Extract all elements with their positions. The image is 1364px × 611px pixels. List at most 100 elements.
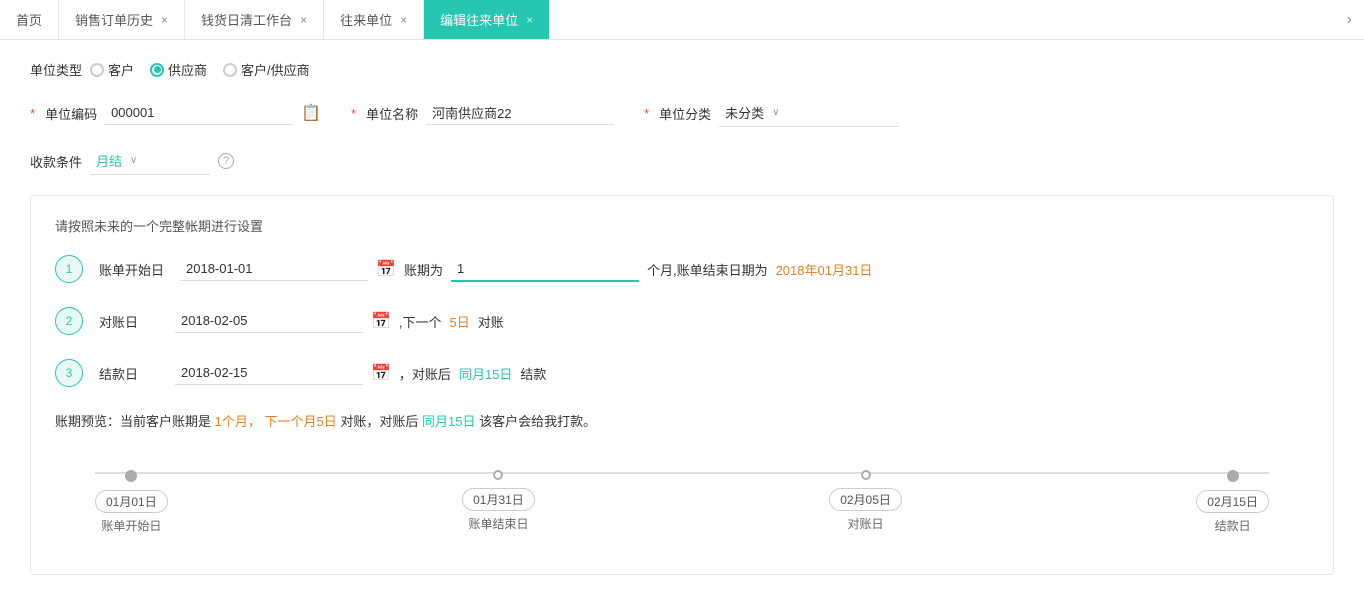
payment-term-select[interactable]: 月结 ∨: [90, 147, 210, 175]
step-2-content: 📅 ,下一个 5日 对账: [175, 309, 504, 333]
timeline-point-2: 01月31日 账单结束日: [462, 470, 535, 532]
period-value-input[interactable]: [451, 257, 639, 282]
radio-both[interactable]: 客户/供应商: [223, 60, 310, 79]
radio-circle-both: [223, 63, 237, 77]
required-star-3: *: [644, 106, 649, 121]
tl-label-4: 结款日: [1215, 517, 1251, 534]
step-2-num: 2: [55, 307, 83, 335]
help-icon[interactable]: ?: [218, 153, 234, 169]
unit-name-input[interactable]: [426, 101, 614, 125]
payment-term-label: 收款条件: [30, 152, 82, 171]
tab-sales-history[interactable]: 销售订单历史 ×: [59, 0, 185, 39]
close-icon[interactable]: ×: [300, 13, 307, 27]
tab-partner[interactable]: 往来单位 ×: [324, 0, 424, 39]
calendar-icon-3[interactable]: 📅: [371, 363, 391, 383]
step-1-content: 📅 账期为 个月,账单结束日期为 2018年01月31日: [180, 257, 872, 282]
timeline-point-1: 01月01日 账单开始日: [95, 470, 168, 534]
tab-more-button[interactable]: ›: [1335, 0, 1364, 39]
unit-code-label: 单位编码: [45, 104, 97, 123]
unit-name-label: 单位名称: [366, 104, 418, 123]
tab-partner-label: 往来单位: [340, 10, 392, 29]
step-1-row: 1 账单开始日 📅 账期为 个月,账单结束日期为 2018年01月31日: [55, 255, 1309, 283]
tl-label-2: 账单结束日: [468, 515, 528, 532]
preview-end: 该客户会给我打款。: [479, 414, 596, 429]
main-content: 单位类型 客户 供应商 客户/供应商 * 单位编码: [0, 40, 1364, 611]
tab-home-label: 首页: [16, 10, 42, 29]
unit-code-input[interactable]: [105, 101, 293, 125]
tab-home[interactable]: 首页: [0, 0, 59, 39]
payment-term-row: 收款条件 月结 ∨ ?: [30, 147, 1334, 175]
period-for-label: 账期为: [404, 260, 443, 279]
tl-label-3: 对账日: [848, 515, 884, 532]
radio-both-label: 客户/供应商: [241, 60, 310, 79]
unit-code-item: * 单位编码 📋: [30, 101, 321, 125]
tab-cash-work[interactable]: 钱货日清工作台 ×: [185, 0, 324, 39]
radio-circle-supplier: [150, 63, 164, 77]
unit-category-select[interactable]: 未分类 ∨: [719, 99, 899, 127]
tl-badge-3: 02月05日: [829, 488, 902, 511]
required-star-2: *: [351, 106, 356, 121]
calendar-icon-1[interactable]: 📅: [376, 259, 396, 279]
reconcile-day: 5日: [450, 312, 470, 331]
preview-label: 账期预览：当前客户账期是: [55, 414, 211, 429]
tl-badge-2: 01月31日: [462, 488, 535, 511]
radio-customer[interactable]: 客户: [90, 60, 134, 79]
unit-category-item: * 单位分类 未分类 ∨: [644, 99, 899, 127]
chevron-down-icon-2: ∨: [130, 155, 137, 166]
tl-dot-3: [861, 470, 871, 480]
timeline-point-3: 02月05日 对账日: [829, 470, 902, 532]
step-2-row: 2 对账日 📅 ,下一个 5日 对账: [55, 307, 1309, 335]
payment-date-input[interactable]: [175, 361, 363, 385]
close-icon[interactable]: ×: [400, 13, 407, 27]
period-unit-label: 个月,账单结束日期为: [647, 260, 768, 279]
tab-edit-partner[interactable]: 编辑往来单位 ×: [424, 0, 550, 39]
close-icon[interactable]: ×: [526, 13, 533, 27]
step-3-num: 3: [55, 359, 83, 387]
chevron-down-icon: ∨: [772, 107, 779, 118]
required-star: *: [30, 106, 35, 121]
step-1-num: 1: [55, 255, 83, 283]
tl-label-1: 账单开始日: [101, 517, 161, 534]
unit-type-row: 单位类型 客户 供应商 客户/供应商: [30, 60, 1334, 79]
unit-type-radio-group: 客户 供应商 客户/供应商: [90, 60, 310, 79]
preview-same15: 同月15日: [422, 414, 475, 429]
payment-same-day: 同月15日: [459, 364, 512, 383]
preview-text: 账期预览：当前客户账期是 1个月， 下一个月5日 对账，对账后 同月15日 该客…: [55, 411, 1309, 430]
preview-1month: 1个月，: [215, 414, 261, 429]
payment-term-item: 收款条件 月结 ∨ ?: [30, 147, 234, 175]
settings-panel: 请按照未来的一个完整帐期进行设置 1 账单开始日 📅 账期为 个月,账单结束日期…: [30, 195, 1334, 575]
copy-icon[interactable]: 📋: [301, 103, 321, 123]
tl-badge-1: 01月01日: [95, 490, 168, 513]
tab-cash-work-label: 钱货日清工作台: [201, 10, 292, 29]
unit-category-value: 未分类: [725, 103, 764, 122]
payment-term-value: 月结: [96, 151, 122, 170]
panel-instruction: 请按照未来的一个完整帐期进行设置: [55, 216, 1309, 235]
preview-next5: 下一个月5日: [265, 414, 337, 429]
radio-supplier[interactable]: 供应商: [150, 60, 207, 79]
tab-sales-history-label: 销售订单历史: [75, 10, 153, 29]
calendar-icon-2[interactable]: 📅: [371, 311, 391, 331]
timeline-point-4: 02月15日 结款日: [1196, 470, 1269, 534]
radio-customer-label: 客户: [108, 60, 134, 79]
unit-type-item: 单位类型 客户 供应商 客户/供应商: [30, 60, 310, 79]
step-3-content: 📅 ，对账后 同月15日 结款: [175, 361, 546, 385]
unit-category-label: 单位分类: [659, 104, 711, 123]
step-3-row: 3 结款日 📅 ，对账后 同月15日 结款: [55, 359, 1309, 387]
reconcile-date-input[interactable]: [175, 309, 363, 333]
tabs-bar: 首页 销售订单历史 × 钱货日清工作台 × 往来单位 × 编辑往来单位 × ›: [0, 0, 1364, 40]
period-end-date: 2018年01月31日: [776, 260, 873, 279]
reconcile-pre-label: ,下一个: [399, 312, 442, 331]
tab-edit-partner-label: 编辑往来单位: [440, 10, 518, 29]
step-1-label: 账单开始日: [99, 260, 164, 279]
start-date-input[interactable]: [180, 257, 368, 281]
payment-post-label: 结款: [520, 364, 546, 383]
radio-supplier-label: 供应商: [168, 60, 207, 79]
timeline-container: 01月01日 账单开始日 01月31日 账单结束日 02月0: [55, 450, 1309, 554]
close-icon[interactable]: ×: [161, 13, 168, 27]
tl-dot-2: [493, 470, 503, 480]
unit-name-item: * 单位名称: [351, 101, 614, 125]
step-2-label: 对账日: [99, 312, 159, 331]
payment-pre-label: ，对账后: [399, 364, 451, 383]
tl-dot-4: [1227, 470, 1239, 482]
reconcile-post-label: 对账: [478, 312, 504, 331]
